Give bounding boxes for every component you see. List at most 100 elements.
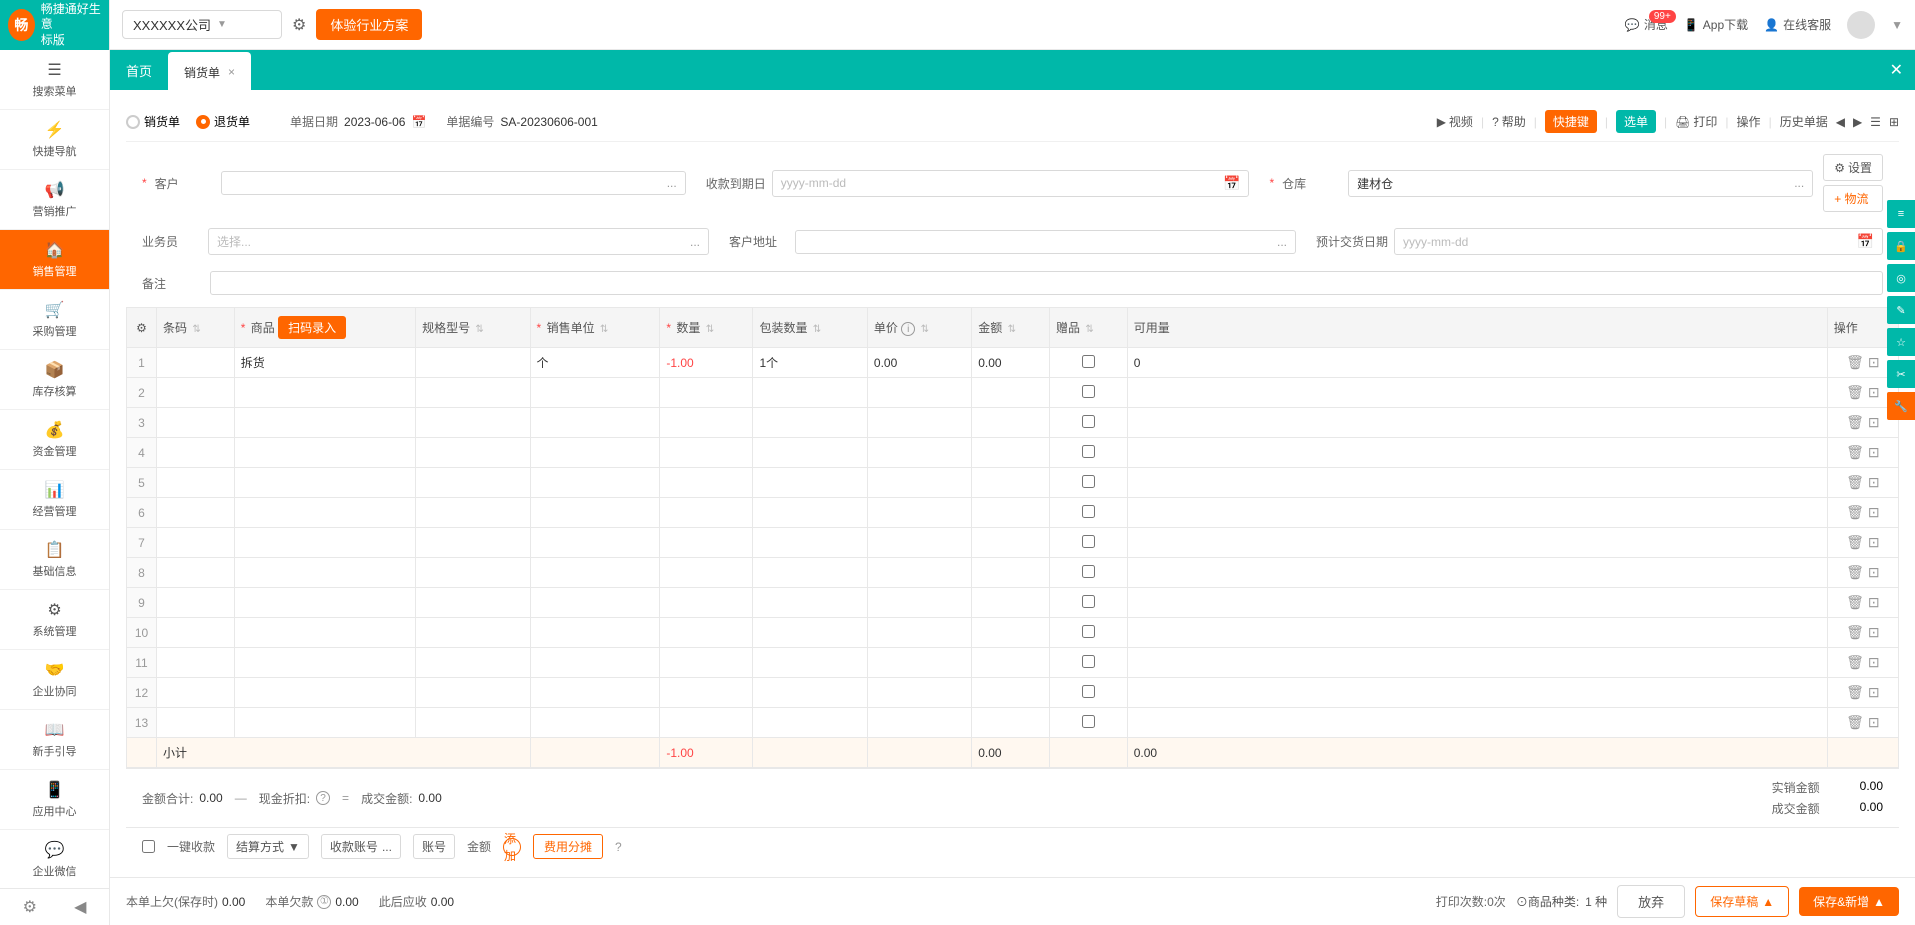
- col-settings[interactable]: ⚙: [127, 308, 157, 348]
- row-unit-10[interactable]: [530, 618, 660, 648]
- row-spec-12[interactable]: [416, 678, 530, 708]
- row-amount-11[interactable]: [972, 648, 1050, 678]
- row-spec-8[interactable]: [416, 558, 530, 588]
- row-unit-6[interactable]: [530, 498, 660, 528]
- row-qty-10[interactable]: [660, 618, 753, 648]
- row-gift-7[interactable]: [1049, 528, 1127, 558]
- row-product-6[interactable]: [234, 498, 415, 528]
- nav-next-icon[interactable]: ▶: [1853, 115, 1862, 129]
- company-selector[interactable]: XXXXXX公司 ▼: [122, 10, 282, 39]
- row-actions-11[interactable]: 🗑 ⊡: [1827, 648, 1898, 678]
- row-qty-11[interactable]: [660, 648, 753, 678]
- row-product-5[interactable]: [234, 468, 415, 498]
- row-barcode-10[interactable]: [157, 618, 235, 648]
- delete-row-icon[interactable]: 🗑: [1846, 504, 1864, 521]
- row-gift-12[interactable]: [1049, 678, 1127, 708]
- delete-row-icon[interactable]: 🗑: [1846, 414, 1864, 431]
- row-qty-12[interactable]: [660, 678, 753, 708]
- close-all-tabs-icon[interactable]: ✕: [1890, 60, 1903, 80]
- row-available-7[interactable]: [1127, 528, 1827, 558]
- expense-split-button[interactable]: 费用分摊: [533, 834, 603, 859]
- row-pkg-qty-9[interactable]: [753, 588, 867, 618]
- row-available-5[interactable]: [1127, 468, 1827, 498]
- row-available-13[interactable]: [1127, 708, 1827, 738]
- filter-btn[interactable]: 选单: [1616, 110, 1656, 133]
- row-spec-4[interactable]: [416, 438, 530, 468]
- row-barcode-13[interactable]: [157, 708, 235, 738]
- row-pkg-qty-4[interactable]: [753, 438, 867, 468]
- row-unit-8[interactable]: [530, 558, 660, 588]
- setup-button[interactable]: ⚙ 设置: [1823, 154, 1883, 181]
- sidebar-item-app-center[interactable]: 📱 应用中心: [0, 770, 109, 830]
- row-product-7[interactable]: [234, 528, 415, 558]
- row-unit-price-10[interactable]: [867, 618, 971, 648]
- sidebar-item-quick-nav[interactable]: ⚡ 快捷导航: [0, 110, 109, 170]
- account-number-input[interactable]: 账号: [413, 834, 455, 859]
- customer-input[interactable]: ...: [221, 171, 686, 195]
- row-spec-5[interactable]: [416, 468, 530, 498]
- row-qty-3[interactable]: [660, 408, 753, 438]
- user-dropdown-icon[interactable]: ▼: [1891, 18, 1903, 32]
- delete-row-icon[interactable]: 🗑: [1846, 714, 1864, 731]
- row-amount-9[interactable]: [972, 588, 1050, 618]
- row-unit-1[interactable]: 个: [530, 348, 660, 378]
- row-qty-6[interactable]: [660, 498, 753, 528]
- delete-row-icon[interactable]: 🗑: [1846, 654, 1864, 671]
- row-qty-8[interactable]: [660, 558, 753, 588]
- discount-info-icon[interactable]: ?: [316, 791, 330, 805]
- row-pkg-qty-10[interactable]: [753, 618, 867, 648]
- row-spec-9[interactable]: [416, 588, 530, 618]
- row-barcode-3[interactable]: [157, 408, 235, 438]
- row-pkg-qty-5[interactable]: [753, 468, 867, 498]
- row-product-4[interactable]: [234, 438, 415, 468]
- row-gift-13[interactable]: [1049, 708, 1127, 738]
- radio-sales-order[interactable]: 销货单: [126, 113, 180, 130]
- radio-return-order[interactable]: 退货单: [196, 113, 250, 130]
- row-product-10[interactable]: [234, 618, 415, 648]
- user-avatar[interactable]: [1847, 11, 1875, 39]
- trial-button[interactable]: 体验行业方案: [316, 9, 422, 40]
- row-amount-12[interactable]: [972, 678, 1050, 708]
- row-gift-1[interactable]: [1049, 348, 1127, 378]
- row-actions-4[interactable]: 🗑 ⊡: [1827, 438, 1898, 468]
- delete-row-icon[interactable]: 🗑: [1846, 684, 1864, 701]
- nav-prev-icon[interactable]: ◀: [1836, 115, 1845, 129]
- message-button[interactable]: 💬 消息 99+: [1625, 16, 1668, 33]
- delete-row-icon[interactable]: 🗑: [1846, 474, 1864, 491]
- row-available-11[interactable]: [1127, 648, 1827, 678]
- row-unit-price-5[interactable]: [867, 468, 971, 498]
- row-qty-4[interactable]: [660, 438, 753, 468]
- row-unit-price-2[interactable]: [867, 378, 971, 408]
- row-unit-11[interactable]: [530, 648, 660, 678]
- delivery-date-calendar-icon[interactable]: 📅: [1857, 233, 1874, 250]
- row-actions-5[interactable]: 🗑 ⊡: [1827, 468, 1898, 498]
- collapse-icon[interactable]: ◀: [74, 897, 86, 917]
- online-service-button[interactable]: 👤 在线客服: [1764, 16, 1831, 33]
- shortcut-key-btn[interactable]: 快捷键: [1545, 110, 1597, 133]
- row-available-12[interactable]: [1127, 678, 1827, 708]
- row-available-3[interactable]: [1127, 408, 1827, 438]
- sidebar-item-operations[interactable]: 📊 经营管理: [0, 470, 109, 530]
- logistics-button[interactable]: + 物流: [1823, 185, 1883, 212]
- customer-dots-icon[interactable]: ...: [667, 176, 677, 190]
- row-pkg-qty-1[interactable]: 1个: [753, 348, 867, 378]
- row-qty-13[interactable]: [660, 708, 753, 738]
- row-pkg-qty-11[interactable]: [753, 648, 867, 678]
- row-gift-3[interactable]: [1049, 408, 1127, 438]
- row-pkg-qty-7[interactable]: [753, 528, 867, 558]
- save-new-dropdown-icon[interactable]: ▲: [1873, 895, 1885, 909]
- tab-sales-order[interactable]: 销货单 ×: [168, 52, 251, 92]
- row-product-13[interactable]: [234, 708, 415, 738]
- delete-row-icon[interactable]: 🗑: [1846, 354, 1864, 371]
- delete-row-icon[interactable]: 🗑: [1846, 624, 1864, 641]
- row-gift-9[interactable]: [1049, 588, 1127, 618]
- row-barcode-12[interactable]: [157, 678, 235, 708]
- sidebar-item-enterprise-wechat[interactable]: 💬 企业微信: [0, 830, 109, 888]
- video-btn[interactable]: ▶ 视频: [1437, 113, 1473, 130]
- row-available-8[interactable]: [1127, 558, 1827, 588]
- row-amount-7[interactable]: [972, 528, 1050, 558]
- salesperson-dots-icon[interactable]: ...: [690, 235, 700, 249]
- row-available-4[interactable]: [1127, 438, 1827, 468]
- row-unit-4[interactable]: [530, 438, 660, 468]
- sidebar-item-beginner-guide[interactable]: 📖 新手引导: [0, 710, 109, 770]
